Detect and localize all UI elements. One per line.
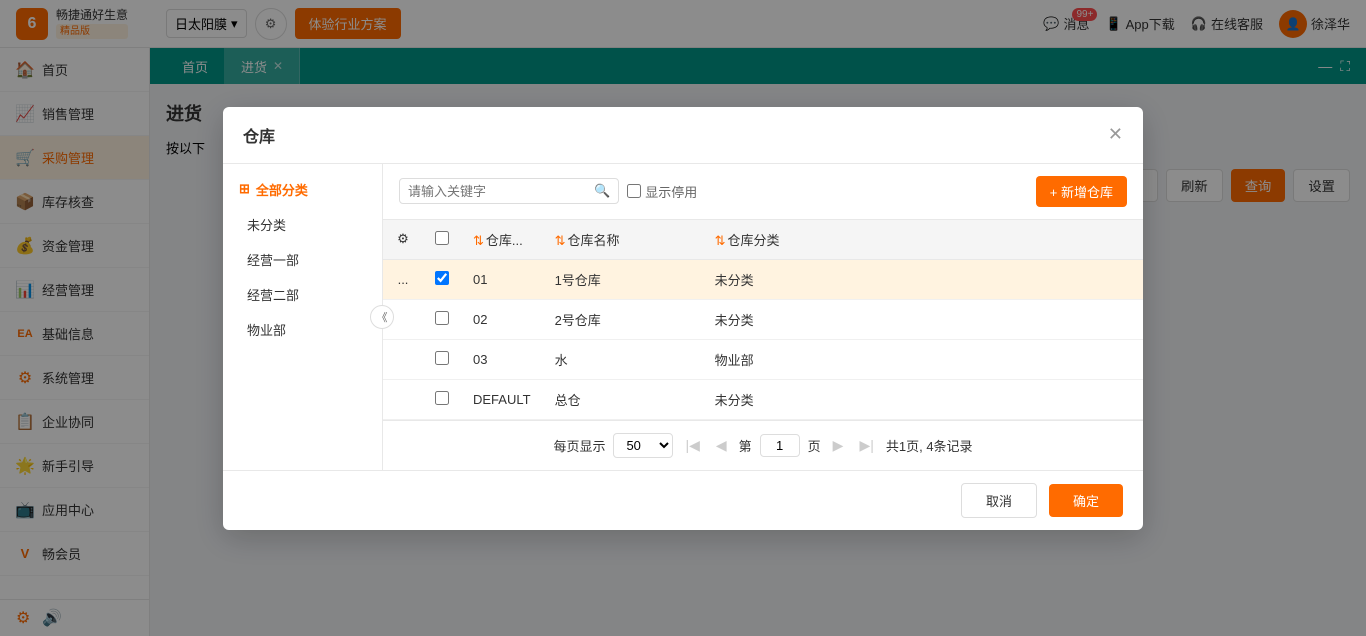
row-checkbox[interactable] (435, 271, 449, 285)
cancel-button[interactable]: 取消 (961, 483, 1037, 518)
code-col-header: ⇅仓库... (461, 220, 543, 260)
warehouse-table: ⚙ ⇅仓库... ⇅仓库名称 (383, 220, 1143, 420)
row-code: 02 (461, 299, 543, 339)
select-all-checkbox[interactable] (435, 231, 449, 245)
row-checkbox[interactable] (435, 311, 449, 325)
row-name: 总仓 (543, 379, 703, 419)
row-category: 未分类 (703, 259, 1143, 299)
category-all[interactable]: ⊞ 全部分类 (223, 172, 382, 207)
confirm-button[interactable]: 确定 (1049, 484, 1123, 517)
warehouse-modal: 仓库 ✕ ⊞ 全部分类 未分类 经营一部 经营二部 物业部 《 (223, 107, 1143, 530)
row-checkbox-cell (423, 379, 461, 419)
row-checkbox[interactable] (435, 351, 449, 365)
table-header-row: ⚙ ⇅仓库... ⇅仓库名称 (383, 220, 1143, 260)
search-input[interactable] (408, 184, 588, 199)
show-disabled-checkbox[interactable] (627, 184, 641, 198)
row-name: 水 (543, 339, 703, 379)
row-name: 2号仓库 (543, 299, 703, 339)
modal-overlay: 仓库 ✕ ⊞ 全部分类 未分类 经营一部 经营二部 物业部 《 (0, 0, 1366, 636)
page-last-button[interactable]: ▶| (855, 437, 877, 454)
category-panel: ⊞ 全部分类 未分类 经营一部 经营二部 物业部 《 (223, 164, 383, 470)
grid-icon: ⊞ (239, 181, 250, 197)
table-row[interactable]: 02 2号仓库 未分类 (383, 299, 1143, 339)
row-gear (383, 339, 423, 379)
page-number-input[interactable] (760, 434, 800, 457)
row-code: 01 (461, 259, 543, 299)
collapse-panel-button[interactable]: 《 (370, 305, 394, 329)
modal-footer: 取消 确定 (223, 470, 1143, 530)
page-prev-button[interactable]: ◀ (712, 437, 731, 454)
add-warehouse-button[interactable]: + 新增仓库 (1036, 176, 1127, 207)
row-code: 03 (461, 339, 543, 379)
per-page-select[interactable]: 50 100 (613, 433, 673, 458)
page-next-button[interactable]: ▶ (829, 437, 848, 454)
table-row[interactable]: 03 水 物业部 (383, 339, 1143, 379)
name-col-header: ⇅仓库名称 (543, 220, 703, 260)
row-category: 物业部 (703, 339, 1143, 379)
category-col-header: ⇅仓库分类 (703, 220, 1143, 260)
modal-close-icon[interactable]: ✕ (1108, 124, 1123, 145)
category-operation1[interactable]: 经营一部 (223, 242, 382, 277)
gear-col-header: ⚙ (383, 220, 423, 260)
content-panel: 🔍 显示停用 + 新增仓库 ⚙ (383, 164, 1143, 470)
search-icon[interactable]: 🔍 (594, 183, 610, 199)
row-checkbox[interactable] (435, 391, 449, 405)
row-checkbox-cell (423, 339, 461, 379)
table-row[interactable]: ... 01 1号仓库 未分类 (383, 259, 1143, 299)
row-category: 未分类 (703, 379, 1143, 419)
search-box: 🔍 (399, 178, 619, 204)
page-first-button[interactable]: |◀ (681, 437, 703, 454)
category-property[interactable]: 物业部 (223, 312, 382, 347)
modal-title: 仓库 (243, 123, 275, 147)
show-disabled-label[interactable]: 显示停用 (627, 182, 697, 201)
modal-body: ⊞ 全部分类 未分类 经营一部 经营二部 物业部 《 🔍 (223, 164, 1143, 470)
category-operation2[interactable]: 经营二部 (223, 277, 382, 312)
row-code: DEFAULT (461, 379, 543, 419)
row-name: 1号仓库 (543, 259, 703, 299)
row-category: 未分类 (703, 299, 1143, 339)
checkbox-col-header (423, 220, 461, 260)
modal-header: 仓库 ✕ (223, 107, 1143, 164)
row-checkbox-cell (423, 259, 461, 299)
row-gear: ... (383, 259, 423, 299)
row-checkbox-cell (423, 299, 461, 339)
pagination: 每页显示 50 100 |◀ ◀ 第 页 ▶ ▶| 共1页, 4条记录 (383, 420, 1143, 470)
table-row[interactable]: DEFAULT 总仓 未分类 (383, 379, 1143, 419)
content-toolbar: 🔍 显示停用 + 新增仓库 (383, 164, 1143, 220)
category-unclassified[interactable]: 未分类 (223, 207, 382, 242)
row-gear (383, 379, 423, 419)
